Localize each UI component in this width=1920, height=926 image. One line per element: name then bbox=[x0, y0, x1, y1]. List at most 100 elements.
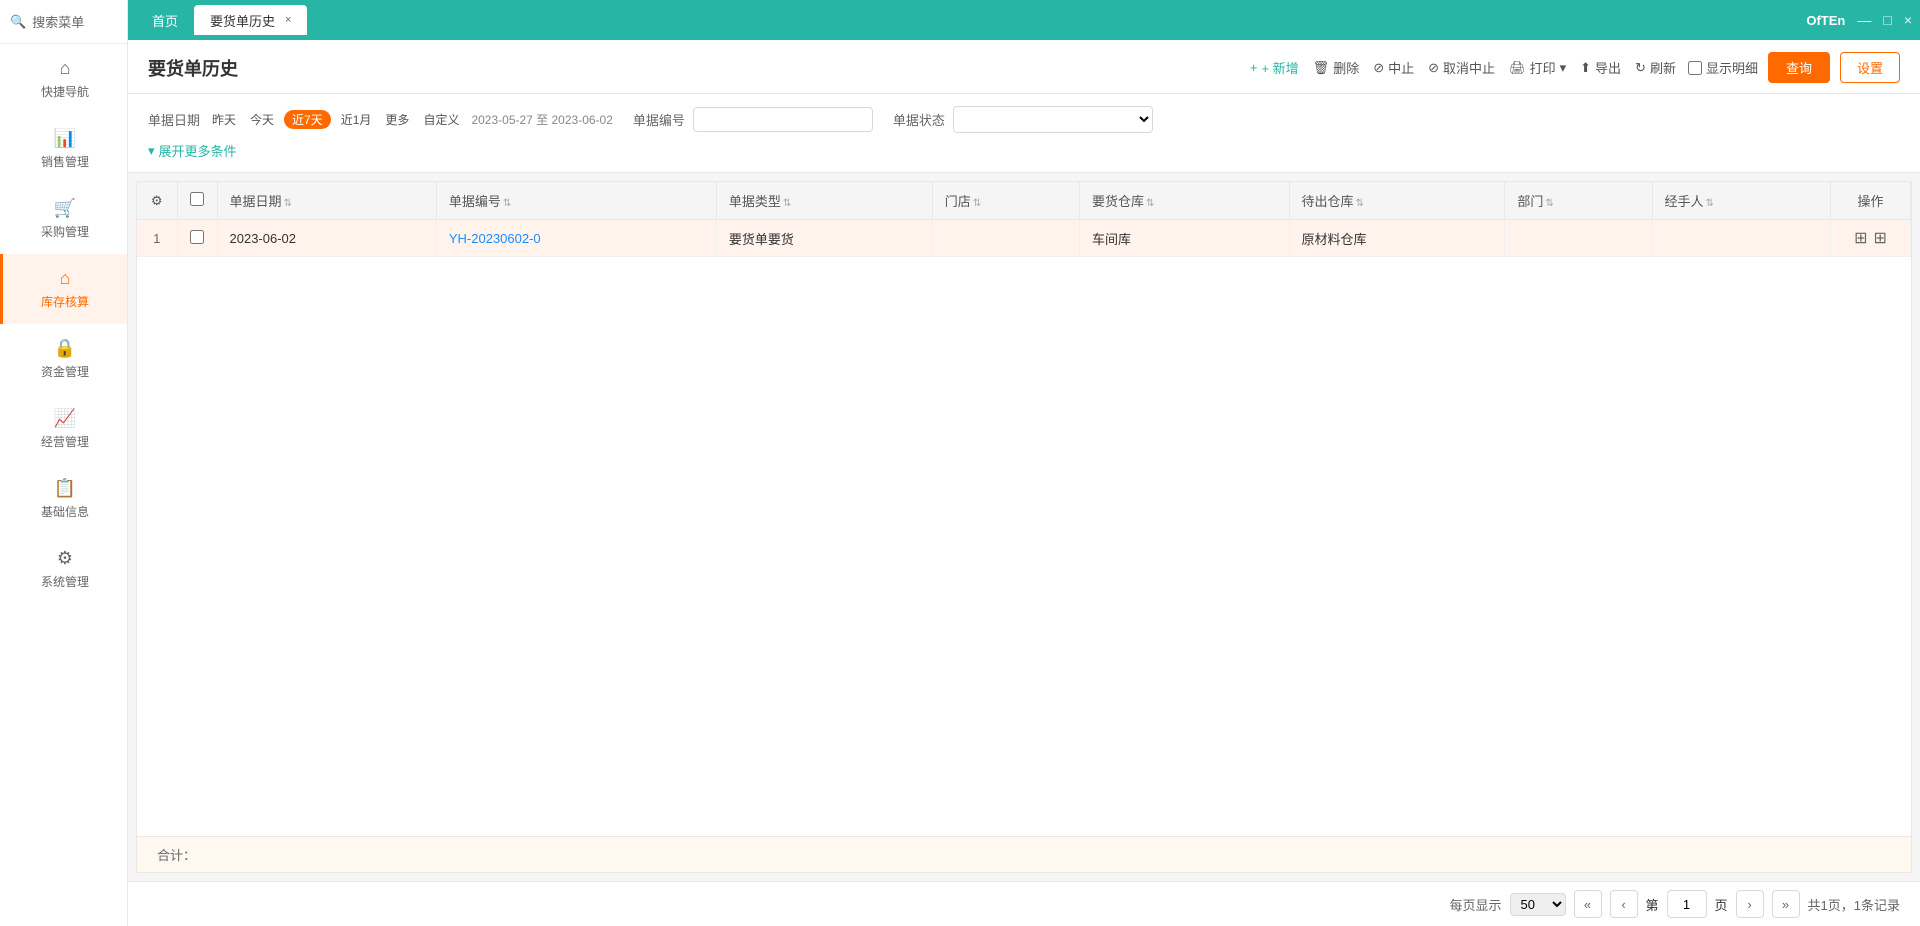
sidebar-label-finance: 资金管理 bbox=[41, 363, 89, 380]
col-handler[interactable]: 经手人⇅ bbox=[1652, 182, 1830, 220]
table-container: ⚙ 单据日期⇅ 单据编号⇅ 单据类型⇅ 门店⇅ 要货仓库⇅ 待出仓库⇅ 部门⇅ … bbox=[137, 182, 1911, 836]
sidebar-item-operation[interactable]: 📈 经营管理 bbox=[0, 394, 127, 464]
row-actions: ⊞ ⊞ bbox=[1831, 220, 1911, 257]
row-doc-no[interactable]: YH-20230602-0 bbox=[436, 220, 716, 257]
sidebar-item-quick-nav[interactable]: ⌂快捷导航 bbox=[0, 44, 127, 114]
date-filter-group: 单据日期 昨天今天近7天近1月更多自定义 2023-05-27 至 2023-0… bbox=[148, 110, 613, 129]
sidebar-item-purchase[interactable]: 🛒采购管理 bbox=[0, 184, 127, 254]
next-page-icon: › bbox=[1747, 897, 1751, 912]
row-doc-type: 要货单要货 bbox=[716, 220, 932, 257]
page-number-input[interactable] bbox=[1667, 890, 1707, 918]
col-doc-no[interactable]: 单据编号⇅ bbox=[436, 182, 716, 220]
sidebar-label-purchase: 采购管理 bbox=[41, 223, 89, 240]
col-pending-warehouse[interactable]: 待出仓库⇅ bbox=[1289, 182, 1505, 220]
next-page-button[interactable]: › bbox=[1736, 890, 1764, 918]
sidebar-label-sales: 销售管理 bbox=[41, 153, 89, 170]
tab-home[interactable]: 首页 bbox=[136, 5, 194, 35]
row-checkbox[interactable] bbox=[177, 220, 217, 257]
prev-page-button[interactable]: ‹ bbox=[1610, 890, 1638, 918]
sidebar-item-finance[interactable]: 🔒 资金管理 bbox=[0, 324, 127, 394]
stop-button[interactable]: ⊘ 中止 bbox=[1371, 54, 1416, 81]
date-quick-btn-昨天[interactable]: 昨天 bbox=[208, 110, 240, 129]
footer-total-label: 合计： bbox=[157, 845, 196, 864]
expand-more-icon: ▾ bbox=[148, 143, 155, 159]
tab-close-icon[interactable]: × bbox=[285, 14, 291, 26]
sidebar-icon-finance: 🔒 bbox=[54, 338, 76, 359]
sidebar-label-operation: 经营管理 bbox=[41, 433, 89, 450]
sidebar-label-inventory: 库存核算 bbox=[41, 293, 89, 310]
page-size-select[interactable]: 102050100 bbox=[1510, 893, 1566, 916]
sidebar-item-basic[interactable]: 📋 基础信息 bbox=[0, 464, 127, 534]
col-department[interactable]: 部门⇅ bbox=[1505, 182, 1652, 220]
row-select-checkbox[interactable] bbox=[190, 230, 204, 244]
sidebar-search-label: 搜索菜单 bbox=[32, 12, 84, 31]
tab-home-label: 首页 bbox=[152, 11, 178, 30]
refresh-button[interactable]: ↻ 刷新 bbox=[1633, 54, 1678, 81]
export-button[interactable]: ⬆ 导出 bbox=[1578, 54, 1623, 81]
tab-active-label: 要货单历史 bbox=[210, 11, 275, 30]
sidebar-item-inventory[interactable]: ⌂ 库存核算 bbox=[0, 254, 127, 324]
date-quick-btn-近7天[interactable]: 近7天 bbox=[284, 110, 331, 129]
col-settings[interactable]: ⚙ bbox=[137, 182, 177, 220]
date-filter-label: 单据日期 bbox=[148, 110, 200, 129]
page-label-before: 第 bbox=[1646, 895, 1659, 914]
col-doc-date[interactable]: 单据日期⇅ bbox=[217, 182, 436, 220]
tab-active[interactable]: 要货单历史 × bbox=[194, 5, 307, 35]
new-button[interactable]: + + 新增 bbox=[1248, 54, 1301, 81]
data-table: ⚙ 单据日期⇅ 单据编号⇅ 单据类型⇅ 门店⇅ 要货仓库⇅ 待出仓库⇅ 部门⇅ … bbox=[137, 182, 1911, 257]
last-page-button[interactable]: » bbox=[1772, 890, 1800, 918]
sidebar-item-sales[interactable]: 📊 销售管理 bbox=[0, 114, 127, 184]
sidebar-icon-basic: 📋 bbox=[54, 478, 76, 499]
delete-button[interactable]: 🗑 删除 bbox=[1311, 54, 1362, 81]
sidebar-icon-inventory: ⌂ bbox=[60, 268, 71, 289]
sidebar-search[interactable]: 🔍 搜索菜单 bbox=[0, 0, 127, 44]
doc-no-input[interactable] bbox=[693, 107, 873, 132]
sidebar-icon-operation: 📈 bbox=[54, 408, 76, 429]
cancel-stop-button[interactable]: ⊘ 取消中止 bbox=[1426, 54, 1497, 81]
date-quick-btn-更多[interactable]: 更多 bbox=[381, 110, 413, 129]
table-header-row: ⚙ 单据日期⇅ 单据编号⇅ 单据类型⇅ 门店⇅ 要货仓库⇅ 待出仓库⇅ 部门⇅ … bbox=[137, 182, 1911, 220]
col-doc-type[interactable]: 单据类型⇅ bbox=[716, 182, 932, 220]
main-content: 首页 要货单历史 × OfTEn — □ × 要货单历史 + + 新增 🗑 bbox=[128, 0, 1920, 926]
expand-more-button[interactable]: ▾ 展开更多条件 bbox=[148, 141, 1900, 160]
sidebar-item-system[interactable]: ⚙系统管理 bbox=[0, 534, 127, 604]
row-department bbox=[1505, 220, 1652, 257]
maximize-button[interactable]: □ bbox=[1883, 12, 1891, 28]
query-button[interactable]: 查询 bbox=[1768, 52, 1830, 83]
date-quick-btn-自定义[interactable]: 自定义 bbox=[419, 110, 463, 129]
select-all-checkbox[interactable] bbox=[190, 192, 204, 206]
status-label: 单据状态 bbox=[893, 110, 945, 129]
sidebar-icon-sales: 📊 bbox=[54, 128, 76, 149]
display-detail-input[interactable] bbox=[1688, 61, 1702, 75]
settings-button[interactable]: 设置 bbox=[1840, 52, 1900, 83]
row-store bbox=[932, 220, 1079, 257]
page-label-after: 页 bbox=[1715, 895, 1728, 914]
row-edit-button[interactable]: ⊞ bbox=[1854, 228, 1867, 248]
col-operation: 操作 bbox=[1831, 182, 1911, 220]
date-quick-btn-近1月[interactable]: 近1月 bbox=[337, 110, 376, 129]
table-footer: 合计： bbox=[137, 836, 1911, 872]
row-more-button[interactable]: ⊞ bbox=[1874, 228, 1887, 248]
cancel-stop-icon: ⊘ bbox=[1428, 60, 1439, 76]
toolbar: + + 新增 🗑 删除 ⊘ 中止 ⊘ 取消中止 🖨 打印 bbox=[1248, 52, 1900, 83]
col-store[interactable]: 门店⇅ bbox=[932, 182, 1079, 220]
date-quick-btn-今天[interactable]: 今天 bbox=[246, 110, 278, 129]
sidebar-label-quick-nav: 快捷导航 bbox=[41, 83, 89, 100]
print-button[interactable]: 🖨 打印 ▾ bbox=[1507, 54, 1568, 81]
col-req-warehouse[interactable]: 要货仓库⇅ bbox=[1079, 182, 1289, 220]
status-select[interactable] bbox=[953, 106, 1153, 133]
sidebar-label-basic: 基础信息 bbox=[41, 503, 89, 520]
doc-no-label: 单据编号 bbox=[633, 110, 685, 129]
minimize-button[interactable]: — bbox=[1857, 12, 1871, 28]
print-dropdown-icon: ▾ bbox=[1560, 60, 1567, 76]
first-page-button[interactable]: « bbox=[1574, 890, 1602, 918]
filter-row: 单据日期 昨天今天近7天近1月更多自定义 2023-05-27 至 2023-0… bbox=[148, 106, 1900, 133]
prev-page-icon: ‹ bbox=[1621, 897, 1625, 912]
window-close-button[interactable]: × bbox=[1904, 12, 1912, 28]
row-req-warehouse: 车间库 bbox=[1079, 220, 1289, 257]
table-row: 1 2023-06-02 YH-20230602-0 要货单要货 车间库 原材料… bbox=[137, 220, 1911, 257]
sidebar: 🔍 搜索菜单 ⌂快捷导航 📊 销售管理 🛒采购管理 ⌂ 库存核算 🔒 资金管理 📈 经营管理 📋 基础… bbox=[0, 0, 128, 926]
tabs-bar: 首页 要货单历史 × OfTEn — □ × bbox=[128, 0, 1920, 40]
display-detail-checkbox[interactable]: 显示明细 bbox=[1688, 58, 1758, 77]
status-filter-group: 单据状态 bbox=[893, 106, 1153, 133]
